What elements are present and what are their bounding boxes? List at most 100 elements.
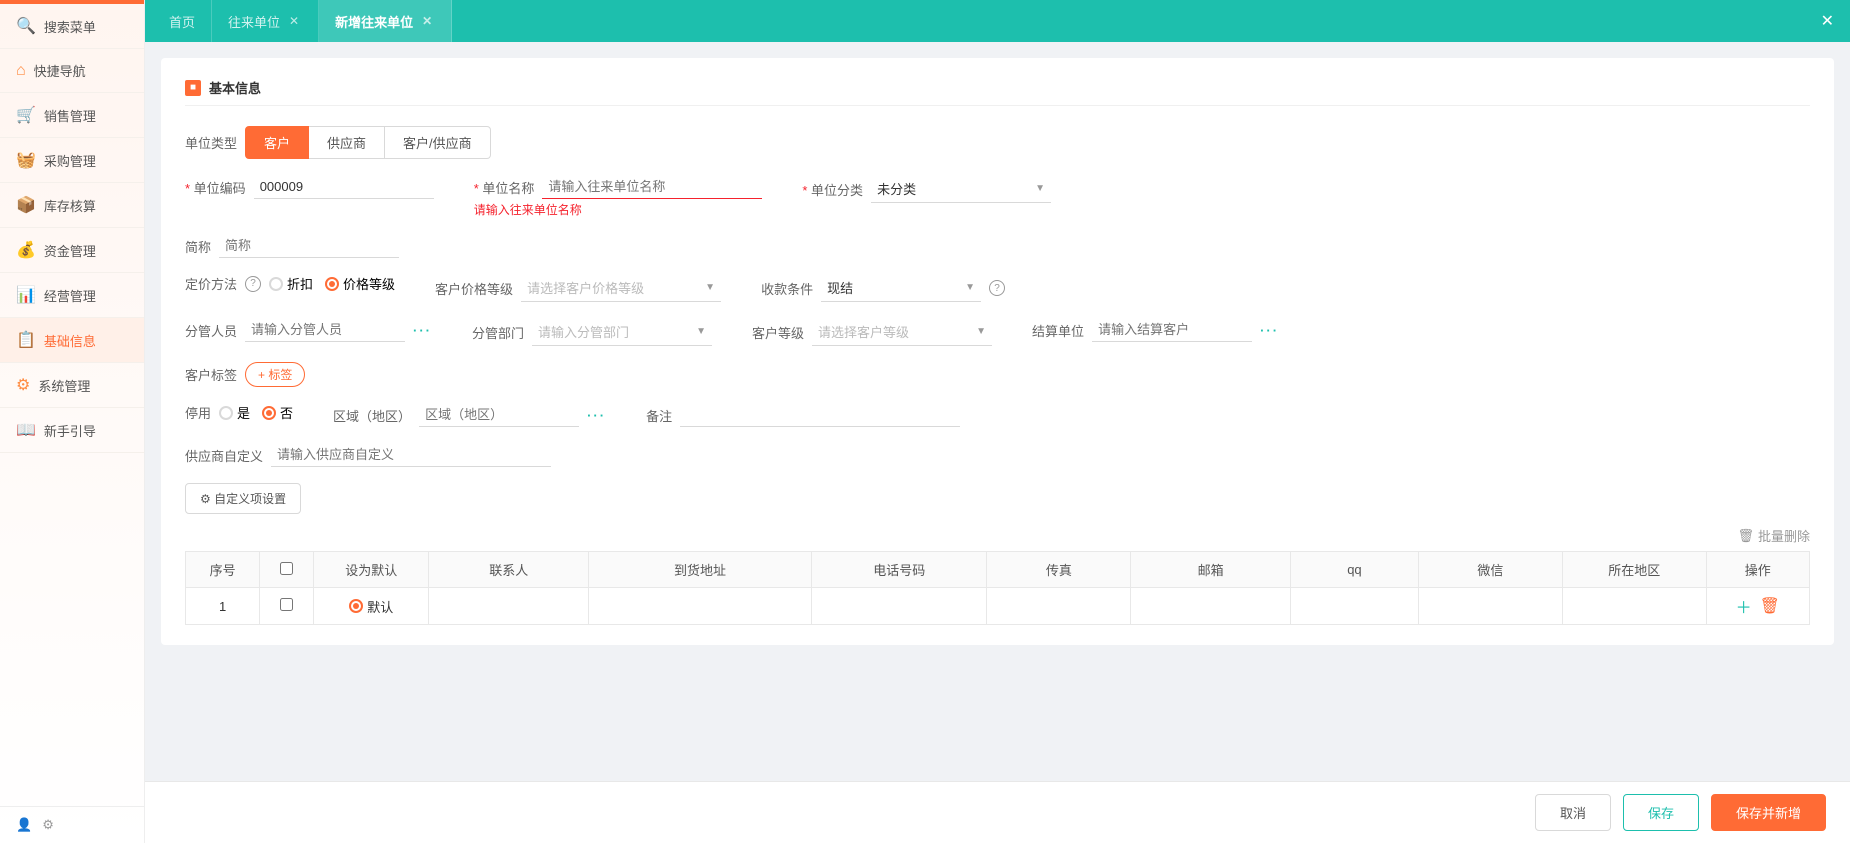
settlement-input[interactable] — [1092, 318, 1252, 342]
wechat-input[interactable] — [1455, 599, 1525, 614]
sidebar-item-operations[interactable]: 📊 经营管理 — [0, 273, 144, 318]
payment-help-icon[interactable]: ? — [989, 280, 1005, 296]
col-no: 序号 — [186, 552, 260, 588]
region-more[interactable]: ··· — [587, 408, 606, 423]
add-row-btn[interactable]: ＋ — [1736, 594, 1752, 618]
contact-input[interactable] — [469, 599, 549, 614]
sidebar-item-finance[interactable]: 💰 资金管理 — [0, 228, 144, 273]
customer-price-label: 客户价格等级 — [435, 279, 513, 298]
row-fax[interactable] — [987, 588, 1131, 625]
qq-input[interactable] — [1324, 599, 1384, 614]
tab-home[interactable]: 首页 — [153, 0, 212, 42]
abbreviation-input[interactable] — [219, 234, 399, 258]
remark-input[interactable] — [680, 403, 960, 427]
radio-price-level-circle — [325, 277, 339, 291]
sidebar-item-quick-nav[interactable]: ⌂ 快捷导航 — [0, 49, 144, 93]
col-phone: 电话号码 — [811, 552, 986, 588]
department-field: 分管部门 请输入分管部门 ▼ — [472, 318, 712, 346]
tab-new-counterparty-close[interactable]: ✕ — [419, 13, 435, 29]
department-select[interactable]: 请输入分管部门 ▼ — [532, 318, 712, 346]
add-tag-btn[interactable]: + 标签 — [245, 362, 305, 387]
sidebar-item-sales[interactable]: 🛒 销售管理 — [0, 93, 144, 138]
supplier-custom-input[interactable] — [271, 443, 551, 467]
pricing-help-icon[interactable]: ? — [245, 276, 261, 292]
col-fax: 传真 — [987, 552, 1131, 588]
custom-settings-btn[interactable]: ⚙ 自定义项设置 — [185, 483, 301, 514]
radio-price-level[interactable]: 价格等级 — [325, 274, 395, 293]
sidebar-item-label: 新手引导 — [44, 421, 96, 440]
save-button[interactable]: 保存 — [1623, 794, 1699, 831]
email-input[interactable] — [1171, 599, 1251, 614]
sidebar-item-basic-info[interactable]: 📋 基础信息 — [0, 318, 144, 363]
batch-delete-area[interactable]: 🗑 批量删除 — [185, 526, 1810, 545]
supervisor-label: 分管人员 — [185, 321, 237, 340]
unit-code-label: 单位编码 — [185, 178, 246, 197]
del-row-btn[interactable]: 🗑 — [1760, 596, 1780, 616]
unit-name-input[interactable] — [542, 175, 762, 199]
radio-yes[interactable]: 是 — [219, 403, 250, 422]
address-input[interactable] — [640, 599, 760, 614]
customer-level-placeholder: 请选择客户等级 — [818, 322, 972, 341]
row-default-radio[interactable]: 默认 — [324, 597, 418, 616]
tab-new-counterparty[interactable]: 新增往来单位 ✕ — [319, 0, 452, 42]
unit-type-both-btn[interactable]: 客户/供应商 — [385, 126, 491, 159]
unit-category-select[interactable]: 未分类 ▼ — [871, 175, 1051, 203]
sidebar-item-beginner[interactable]: 📖 新手引导 — [0, 408, 144, 453]
row-qq[interactable] — [1290, 588, 1418, 625]
default-radio-circle — [349, 599, 363, 613]
unit-type-customer-btn[interactable]: 客户 — [245, 126, 309, 159]
radio-no[interactable]: 否 — [262, 403, 293, 422]
tags-field: 客户标签 + 标签 — [185, 362, 305, 387]
row-address[interactable] — [589, 588, 812, 625]
tab-counterparty[interactable]: 往来单位 ✕ — [212, 0, 319, 42]
sidebar-item-inventory[interactable]: 📦 库存核算 — [0, 183, 144, 228]
purchase-icon: 🧺 — [16, 150, 36, 170]
row-region[interactable] — [1562, 588, 1706, 625]
fax-input[interactable] — [1024, 599, 1094, 614]
col-wechat: 微信 — [1418, 552, 1562, 588]
row-region-input[interactable] — [1599, 599, 1669, 614]
settings-bottom-icon[interactable]: ⚙ — [42, 817, 54, 833]
row-wechat[interactable] — [1418, 588, 1562, 625]
select-all-checkbox[interactable] — [280, 562, 293, 575]
radio-discount[interactable]: 折扣 — [269, 274, 313, 293]
footer-bar: 取消 保存 保存并新增 — [145, 781, 1850, 843]
region-input[interactable] — [419, 403, 579, 427]
row-action-icons: ＋ 🗑 — [1717, 594, 1799, 618]
sidebar-item-label: 经营管理 — [44, 286, 96, 305]
sidebar-item-label: 系统管理 — [38, 376, 90, 395]
tab-close-all[interactable]: ✕ — [1813, 11, 1842, 31]
unit-type-supplier-btn[interactable]: 供应商 — [309, 126, 385, 159]
payment-terms-label: 收款条件 — [761, 279, 813, 298]
customer-price-select[interactable]: 请选择客户价格等级 ▼ — [521, 274, 721, 302]
phone-input[interactable] — [854, 599, 944, 614]
row-phone[interactable] — [811, 588, 986, 625]
row-select-checkbox[interactable] — [280, 598, 293, 611]
pricing-radio-group: 折扣 价格等级 — [269, 274, 395, 293]
sidebar-item-purchase[interactable]: 🧺 采购管理 — [0, 138, 144, 183]
tab-counterparty-close[interactable]: ✕ — [286, 13, 302, 29]
user-avatar-icon[interactable]: 👤 — [16, 817, 32, 833]
unit-code-input[interactable] — [254, 175, 434, 199]
radio-discount-label: 折扣 — [287, 274, 313, 293]
supervisor-more[interactable]: ··· — [413, 323, 432, 338]
row-default: 默认 — [314, 588, 429, 625]
settlement-more[interactable]: ··· — [1260, 323, 1279, 338]
row-email[interactable] — [1131, 588, 1291, 625]
region-label: 区域（地区） — [333, 406, 411, 425]
sidebar-item-label: 基础信息 — [44, 331, 96, 350]
sidebar-item-search[interactable]: 🔍 搜索菜单 — [0, 4, 144, 49]
payment-terms-select[interactable]: 现结 ▼ — [821, 274, 981, 302]
cancel-button[interactable]: 取消 — [1535, 794, 1611, 831]
unit-name-error: 请输入往来单位名称 — [474, 201, 763, 218]
row-contact[interactable] — [429, 588, 589, 625]
sidebar-item-system[interactable]: ⚙ 系统管理 — [0, 363, 144, 408]
table-row: 1 默认 — [186, 588, 1810, 625]
save-new-button[interactable]: 保存并新增 — [1711, 794, 1826, 831]
customer-level-select[interactable]: 请选择客户等级 ▼ — [812, 318, 992, 346]
tab-new-counterparty-label: 新增往来单位 — [335, 12, 413, 31]
customer-level-arrow: ▼ — [976, 326, 986, 337]
col-qq: qq — [1290, 552, 1418, 588]
trash-icon: 🗑 — [1737, 528, 1754, 544]
supervisor-input[interactable] — [245, 318, 405, 342]
